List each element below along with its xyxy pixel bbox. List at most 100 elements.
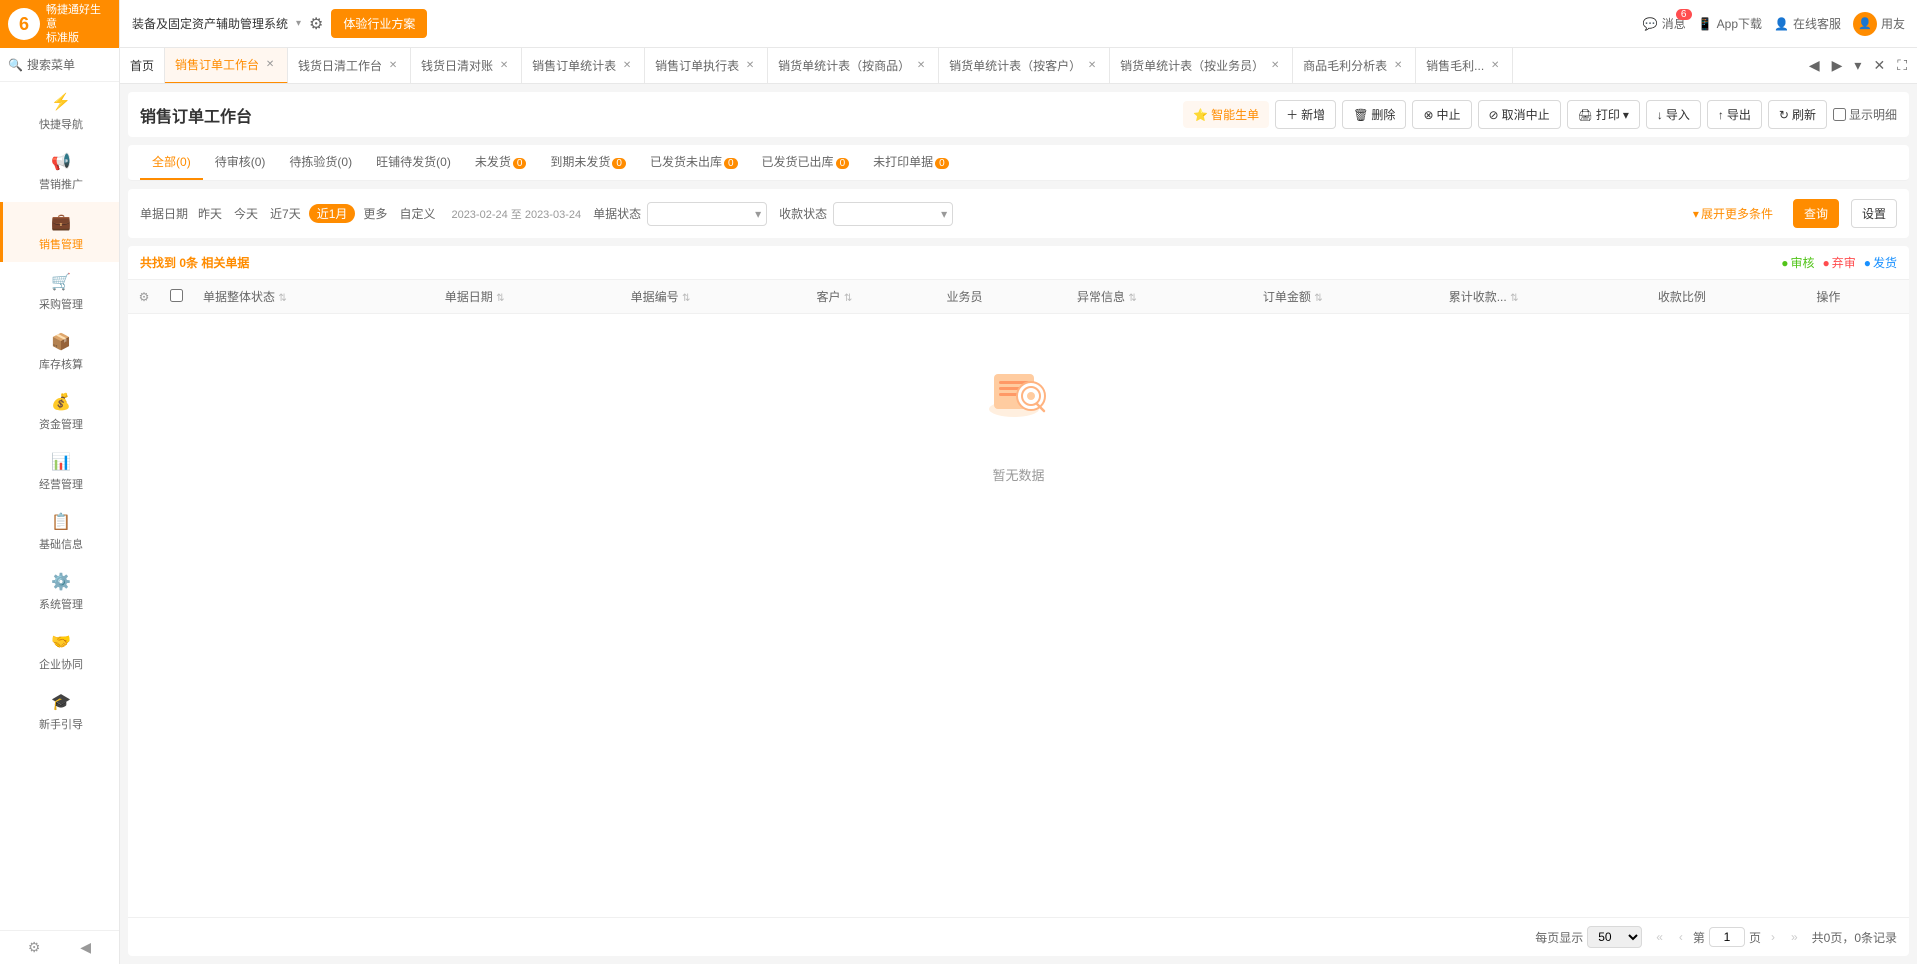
tab-close-margin-analysis[interactable]: ✕	[1391, 59, 1405, 73]
tab-close-reconcile[interactable]: ✕	[497, 59, 511, 73]
unaudit-action-btn[interactable]: ● 弃审	[1822, 254, 1855, 271]
sidebar-settings-btn[interactable]: ⚙	[28, 939, 41, 956]
suspend-btn[interactable]: ⊗ 中止	[1412, 100, 1471, 129]
print-btn[interactable]: 🖨 打印 ▾	[1567, 100, 1640, 129]
sidebar-search[interactable]: 🔍 搜索菜单	[0, 48, 119, 82]
tab-close-customer-stats[interactable]: ✕	[1085, 59, 1099, 73]
tab-margin-analysis[interactable]: 商品毛利分析表 ✕	[1293, 48, 1416, 84]
sidebar-item-system[interactable]: ⚙️ 系统管理	[0, 562, 119, 622]
th-date[interactable]: 单据日期 ⇅	[435, 280, 621, 314]
th-settings[interactable]: ⚙	[128, 280, 160, 314]
shortcut-today[interactable]: 今天	[230, 203, 262, 224]
query-btn[interactable]: 查询	[1793, 199, 1839, 228]
tab-scroll-right-btn[interactable]: ▶	[1828, 55, 1847, 76]
th-checkbox[interactable]	[160, 280, 193, 314]
app-download-item[interactable]: 📱 App下载	[1698, 15, 1762, 32]
page-size-select[interactable]: 50 100 200	[1587, 926, 1642, 948]
refresh-btn[interactable]: ↻ 刷新	[1768, 100, 1827, 129]
delete-btn[interactable]: 🗑 删除	[1342, 100, 1406, 129]
tab-close-sales-order[interactable]: ✕	[263, 58, 277, 72]
topbar-gear-icon[interactable]: ⚙	[309, 14, 323, 34]
sidebar-item-guide[interactable]: 🎓 新手引导	[0, 682, 119, 742]
tab-close-sales-margin[interactable]: ✕	[1488, 59, 1502, 73]
import-btn[interactable]: ↓ 导入	[1646, 100, 1701, 129]
cancel-suspend-btn[interactable]: ⊘ 取消中止	[1478, 100, 1561, 129]
show-detail-label[interactable]: 显示明细	[1833, 106, 1897, 123]
user-item[interactable]: 👤 用友	[1853, 12, 1905, 36]
sidebar-item-operations[interactable]: 📊 经营管理	[0, 442, 119, 502]
sub-tab-shipped-unstocked[interactable]: 已发货未出库0	[638, 145, 750, 180]
tab-more-btn[interactable]: ▾	[1850, 55, 1865, 76]
finance-icon: 💰	[51, 392, 71, 412]
shortcut-7days[interactable]: 近7天	[266, 203, 305, 224]
th-customer[interactable]: 客户 ⇅	[807, 280, 937, 314]
show-detail-checkbox[interactable]	[1833, 108, 1846, 121]
tab-sales-exec[interactable]: 销售订单执行表 ✕	[645, 48, 768, 84]
shortcut-yesterday[interactable]: 昨天	[194, 203, 226, 224]
sub-tab-wangpu[interactable]: 旺铺待发货(0)	[364, 145, 463, 180]
tab-goods-stats[interactable]: 销货单统计表（按商品） ✕	[768, 48, 939, 84]
online-service-item[interactable]: 👤 在线客服	[1774, 15, 1841, 32]
ship-action-btn[interactable]: ● 发货	[1864, 254, 1897, 271]
th-status[interactable]: 单据整体状态 ⇅	[193, 280, 435, 314]
tab-close-all-btn[interactable]: ✕	[1869, 55, 1889, 76]
th-amount[interactable]: 订单金额 ⇅	[1253, 280, 1439, 314]
add-btn[interactable]: ＋ 新增	[1275, 100, 1336, 129]
setting-btn[interactable]: 设置	[1851, 199, 1897, 228]
table-container[interactable]: ⚙ 单据整体状态 ⇅ 单据日期 ⇅ 单据编号	[128, 280, 1909, 917]
sidebar-item-quick-nav[interactable]: ⚡ 快捷导航	[0, 82, 119, 142]
tab-sales-stats[interactable]: 销售订单统计表 ✕	[522, 48, 645, 84]
th-exception[interactable]: 异常信息 ⇅	[1067, 280, 1253, 314]
first-page-btn[interactable]: «	[1650, 928, 1669, 946]
tab-salesperson-stats[interactable]: 销货单统计表（按业务员） ✕	[1110, 48, 1293, 84]
next-page-btn[interactable]: ›	[1765, 928, 1781, 946]
sidebar-item-inventory[interactable]: 📦 库存核算	[0, 322, 119, 382]
sub-tab-pending-audit[interactable]: 待审核(0)	[203, 145, 278, 180]
sub-tab-overdue[interactable]: 到期未发货0	[538, 145, 638, 180]
sidebar-item-purchase[interactable]: 🛒 采购管理	[0, 262, 119, 322]
th-collected[interactable]: 累计收款... ⇅	[1439, 280, 1648, 314]
tab-sales-margin[interactable]: 销售毛利... ✕	[1416, 48, 1513, 84]
message-item[interactable]: 💬 消息 6	[1643, 15, 1686, 32]
page-number-input[interactable]	[1709, 927, 1745, 947]
select-all-checkbox[interactable]	[170, 289, 183, 302]
tab-home[interactable]: 首页	[120, 48, 165, 84]
status-select[interactable]	[647, 202, 767, 226]
tab-sales-order[interactable]: 销售订单工作台 ✕	[165, 48, 288, 84]
sub-tab-unshipped[interactable]: 未发货0	[463, 145, 539, 180]
prev-page-btn[interactable]: ‹	[1673, 928, 1689, 946]
sidebar-item-marketing[interactable]: 📢 营销推广	[0, 142, 119, 202]
expand-btn[interactable]: ▾ 展开更多条件	[1693, 205, 1773, 222]
sidebar-collapse-btn[interactable]: ◀	[80, 939, 91, 956]
tab-close-salesperson-stats[interactable]: ✕	[1268, 59, 1282, 73]
page-nav: « ‹ 第 页 › »	[1650, 927, 1803, 947]
sidebar-item-base[interactable]: 📋 基础信息	[0, 502, 119, 562]
tab-customer-stats[interactable]: 销货单统计表（按客户） ✕	[939, 48, 1110, 84]
sidebar-item-finance[interactable]: 💰 资金管理	[0, 382, 119, 442]
th-number[interactable]: 单据编号 ⇅	[621, 280, 807, 314]
sidebar-item-collab[interactable]: 🤝 企业协同	[0, 622, 119, 682]
sub-tab-pending-inspect[interactable]: 待拣验货(0)	[277, 145, 364, 180]
tab-reconcile[interactable]: 钱货日清对账 ✕	[411, 48, 522, 84]
tab-scroll-left-btn[interactable]: ◀	[1805, 55, 1824, 76]
last-page-btn[interactable]: »	[1785, 928, 1804, 946]
shortcut-custom[interactable]: 自定义	[395, 203, 439, 224]
industry-btn[interactable]: 体验行业方案	[331, 9, 427, 38]
shortcut-more[interactable]: 更多	[359, 203, 391, 224]
th-salesperson[interactable]: 业务员	[936, 280, 1067, 314]
export-btn[interactable]: ↑ 导出	[1707, 100, 1762, 129]
tab-close-sales-stats[interactable]: ✕	[620, 59, 634, 73]
tab-cash-daily[interactable]: 钱货日清工作台 ✕	[288, 48, 411, 84]
tab-close-goods-stats[interactable]: ✕	[914, 59, 928, 73]
tab-maximize-btn[interactable]: ⛶	[1893, 55, 1911, 76]
sub-tab-shipped-stocked[interactable]: 已发货已出库0	[750, 145, 862, 180]
audit-action-btn[interactable]: ● 审核	[1781, 254, 1814, 271]
sub-tab-unprinted[interactable]: 未打印单据0	[861, 145, 961, 180]
sidebar-item-sales[interactable]: 💼 销售管理	[0, 202, 119, 262]
smart-order-btn[interactable]: ⭐ 智能生单	[1183, 101, 1269, 128]
tab-close-cash-daily[interactable]: ✕	[386, 59, 400, 73]
sub-tab-all[interactable]: 全部(0)	[140, 145, 203, 180]
shortcut-1month[interactable]: 近1月	[309, 204, 356, 223]
payment-select[interactable]	[833, 202, 953, 226]
tab-close-sales-exec[interactable]: ✕	[743, 59, 757, 73]
